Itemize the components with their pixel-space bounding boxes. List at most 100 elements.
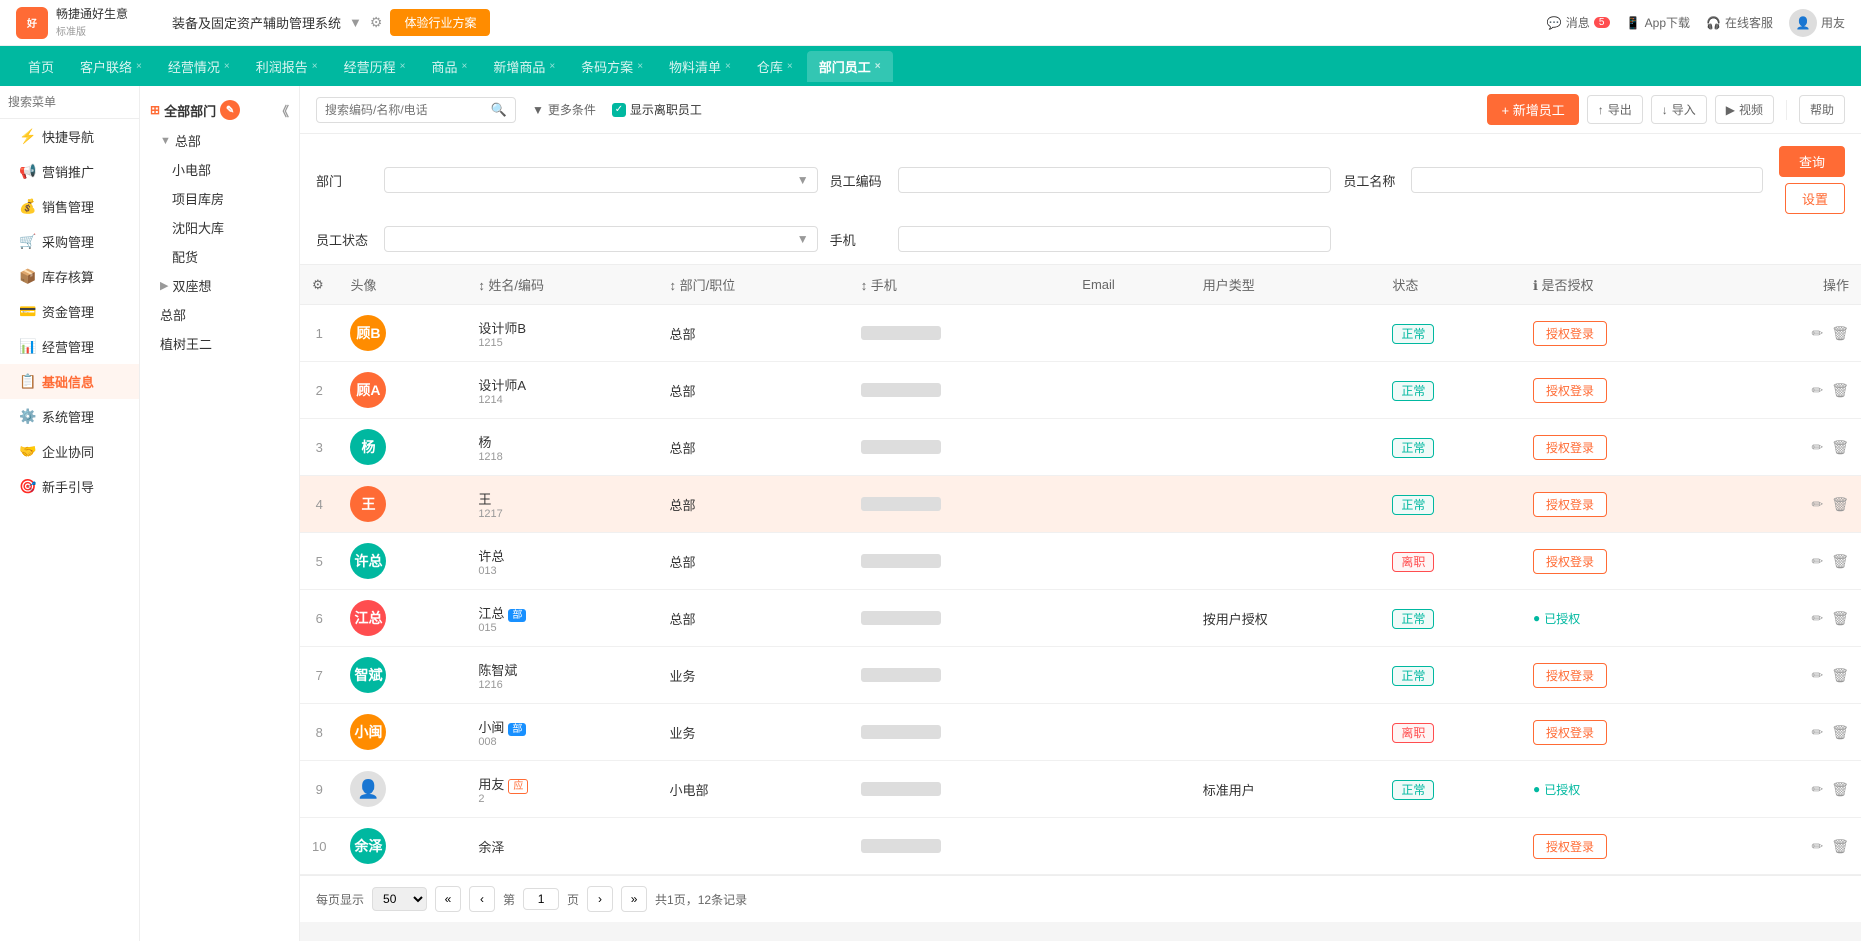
last-page-btn[interactable]: »: [621, 886, 647, 912]
tab-barcode[interactable]: 条码方案 ×: [569, 51, 655, 82]
user-menu[interactable]: 👤 用友: [1789, 9, 1845, 37]
edit-icon[interactable]: ✏: [1811, 610, 1823, 627]
row-auth[interactable]: ●已授权: [1521, 761, 1730, 818]
auth-login-btn[interactable]: 授权登录: [1533, 549, 1607, 574]
sidebar-item-sales[interactable]: 💰销售管理: [0, 189, 139, 224]
auth-login-btn[interactable]: 授权登录: [1533, 378, 1607, 403]
auth-login-btn[interactable]: 授权登录: [1533, 321, 1607, 346]
dept-filter-select[interactable]: ▼: [384, 167, 818, 193]
sidebar-item-inventory[interactable]: 📦库存核算: [0, 259, 139, 294]
row-auth[interactable]: 授权登录: [1521, 476, 1730, 533]
tab-department[interactable]: 部门员工 ×: [807, 51, 893, 82]
empname-filter-input[interactable]: [1411, 167, 1763, 193]
col-settings[interactable]: ⚙: [300, 265, 338, 305]
show-resigned-wrap[interactable]: ✓ 显示离职员工: [612, 101, 702, 118]
sidebar-item-guide[interactable]: 🎯新手引导: [0, 469, 139, 504]
dept-item-xiangmu[interactable]: 项目库房: [140, 184, 299, 213]
edit-icon[interactable]: ✏: [1811, 724, 1823, 741]
first-page-btn[interactable]: «: [435, 886, 461, 912]
edit-icon[interactable]: ✏: [1811, 667, 1823, 684]
tab-history[interactable]: 经营历程 ×: [332, 51, 418, 82]
row-auth[interactable]: ●已授权: [1521, 590, 1730, 647]
dept-edit-icon[interactable]: ✎: [220, 100, 240, 120]
page-input[interactable]: [523, 888, 559, 910]
tab-home[interactable]: 首页: [16, 51, 66, 82]
add-employee-button[interactable]: + 新增员工: [1487, 94, 1578, 125]
delete-icon[interactable]: 🗑: [1831, 325, 1849, 342]
dept-item-zhishu[interactable]: 植树王二: [140, 329, 299, 358]
delete-icon[interactable]: 🗑: [1831, 382, 1849, 399]
sidebar-item-marketing[interactable]: 📢营销推广: [0, 154, 139, 189]
dropdown-icon[interactable]: ▼: [349, 15, 362, 30]
app-download-button[interactable]: 📱 App下载: [1626, 14, 1690, 31]
sidebar-item-collab[interactable]: 🤝企业协同: [0, 434, 139, 469]
query-button[interactable]: 查询: [1779, 146, 1845, 177]
phone-filter-input[interactable]: [898, 226, 1332, 252]
delete-icon[interactable]: 🗑: [1831, 610, 1849, 627]
sidebar-item-system[interactable]: ⚙️系统管理: [0, 399, 139, 434]
row-auth[interactable]: 授权登录: [1521, 533, 1730, 590]
dept-item-shuangzuo[interactable]: ▶双座想: [140, 271, 299, 300]
dept-item-peihuo[interactable]: 配货: [140, 242, 299, 271]
tab-add-goods[interactable]: 新增商品 ×: [481, 51, 567, 82]
auth-login-btn[interactable]: 授权登录: [1533, 435, 1607, 460]
edit-icon[interactable]: ✏: [1811, 838, 1823, 855]
search-btn-icon[interactable]: 🔍: [491, 102, 507, 118]
auth-login-btn[interactable]: 授权登录: [1533, 834, 1607, 859]
help-button[interactable]: 帮助: [1799, 95, 1845, 124]
sidebar-search-input[interactable]: [8, 95, 140, 109]
more-conditions-btn[interactable]: ▼ 更多条件: [524, 97, 604, 122]
dept-item-zongbu-parent[interactable]: ▼总部: [140, 126, 299, 155]
delete-icon[interactable]: 🗑: [1831, 781, 1849, 798]
sidebar-item-basic[interactable]: 📋基础信息: [0, 364, 139, 399]
empcode-filter-input[interactable]: [898, 167, 1332, 193]
tab-customer[interactable]: 客户联络 ×: [68, 51, 154, 82]
col-name[interactable]: ↕ 姓名/编码: [466, 265, 657, 305]
export-button[interactable]: ↑ 导出: [1587, 95, 1643, 124]
delete-icon[interactable]: 🗑: [1831, 667, 1849, 684]
per-page-select[interactable]: 50 20 100: [372, 887, 427, 911]
search-input[interactable]: [325, 103, 487, 117]
row-auth[interactable]: 授权登录: [1521, 704, 1730, 761]
settings-button[interactable]: 设置: [1785, 183, 1845, 214]
import-button[interactable]: ↓ 导入: [1651, 95, 1707, 124]
delete-icon[interactable]: 🗑: [1831, 838, 1849, 855]
dept-item-zongbu[interactable]: 总部: [140, 300, 299, 329]
row-auth[interactable]: 授权登录: [1521, 647, 1730, 704]
edit-icon[interactable]: ✏: [1811, 496, 1823, 513]
edit-icon[interactable]: ✏: [1811, 439, 1823, 456]
next-page-btn[interactable]: ›: [587, 886, 613, 912]
row-auth[interactable]: 授权登录: [1521, 362, 1730, 419]
auth-login-btn[interactable]: 授权登录: [1533, 663, 1607, 688]
col-phone[interactable]: ↕ 手机: [849, 265, 1071, 305]
sidebar-item-purchase[interactable]: 🛒采购管理: [0, 224, 139, 259]
collapse-btn[interactable]: 《: [276, 101, 289, 120]
tab-warehouse[interactable]: 仓库 ×: [745, 51, 805, 82]
edit-icon[interactable]: ✏: [1811, 382, 1823, 399]
status-filter-select[interactable]: ▼: [384, 226, 818, 252]
gear-icon[interactable]: ⚙: [370, 14, 383, 31]
tab-business[interactable]: 经营情况 ×: [156, 51, 242, 82]
edit-icon[interactable]: ✏: [1811, 781, 1823, 798]
edit-icon[interactable]: ✏: [1811, 553, 1823, 570]
view-button[interactable]: ▶ 视频: [1715, 95, 1774, 124]
delete-icon[interactable]: 🗑: [1831, 553, 1849, 570]
auth-login-btn[interactable]: 授权登录: [1533, 720, 1607, 745]
delete-icon[interactable]: 🗑: [1831, 439, 1849, 456]
trial-button[interactable]: 体验行业方案: [390, 9, 490, 36]
prev-page-btn[interactable]: ‹: [469, 886, 495, 912]
col-dept[interactable]: ↕ 部门/职位: [658, 265, 849, 305]
dept-item-xiaodian[interactable]: 小电部: [140, 155, 299, 184]
delete-icon[interactable]: 🗑: [1831, 724, 1849, 741]
sidebar-item-operations[interactable]: 📊经营管理: [0, 329, 139, 364]
tab-profit[interactable]: 利润报告 ×: [244, 51, 330, 82]
tab-goods[interactable]: 商品 ×: [419, 51, 479, 82]
dept-item-shenyang[interactable]: 沈阳大库: [140, 213, 299, 242]
auth-login-btn[interactable]: 授权登录: [1533, 492, 1607, 517]
row-auth[interactable]: 授权登录: [1521, 419, 1730, 476]
edit-icon[interactable]: ✏: [1811, 325, 1823, 342]
delete-icon[interactable]: 🗑: [1831, 496, 1849, 513]
show-resigned-checkbox[interactable]: ✓: [612, 103, 626, 117]
sidebar-item-nav[interactable]: ⚡快捷导航: [0, 119, 139, 154]
online-service-button[interactable]: 🎧 在线客服: [1706, 14, 1773, 31]
